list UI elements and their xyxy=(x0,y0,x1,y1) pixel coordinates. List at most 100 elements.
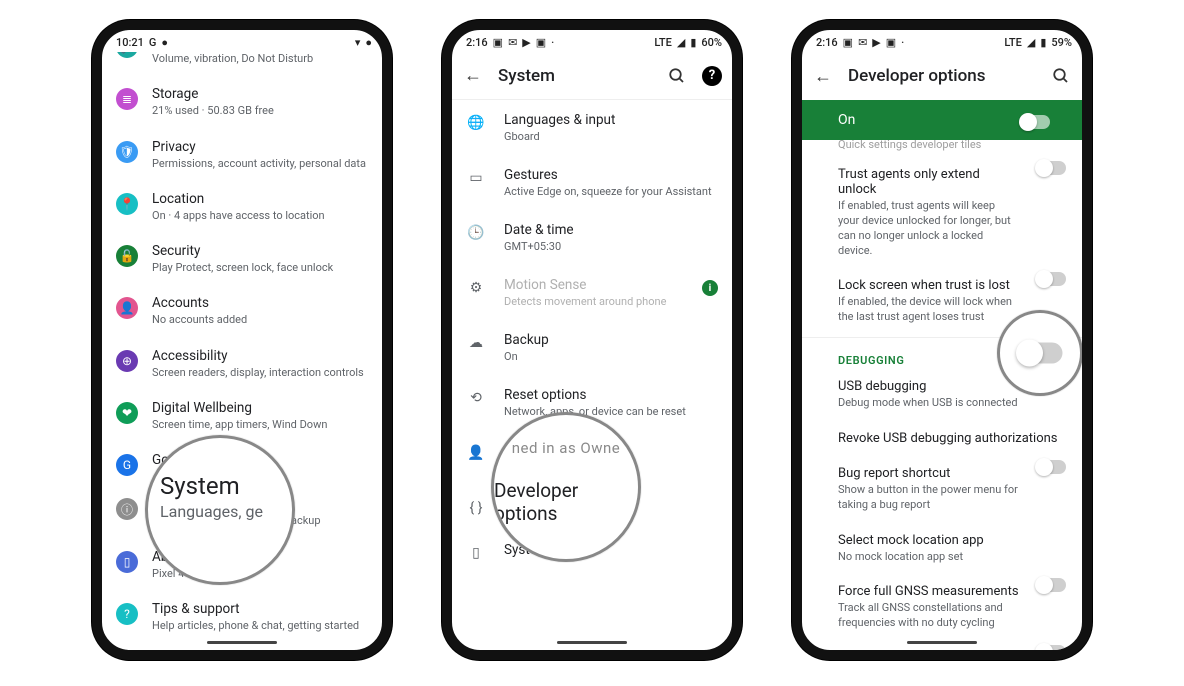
row-subtitle: Gboard xyxy=(504,130,615,143)
dev-row-enable-view-attribute-inspection[interactable]: Enable view attribute inspection xyxy=(802,641,1082,650)
row-subtitle: On · 4 apps have access to location xyxy=(152,209,325,223)
privacy-icon: 🛡 xyxy=(116,141,138,163)
master-toggle-bar[interactable]: On xyxy=(802,100,1082,140)
languages-input-icon: 🌐 xyxy=(466,113,486,133)
settings-row-accessibility[interactable]: ⊕AccessibilityScreen readers, display, i… xyxy=(102,338,382,390)
row-title: Motion Sense xyxy=(504,277,666,293)
toggle[interactable] xyxy=(1036,460,1066,474)
mag-dev-options: Developer options xyxy=(494,479,638,525)
row-subtitle: Permissions, account activity, personal … xyxy=(152,157,366,171)
row-subtitle: Track all GNSS constellations and freque… xyxy=(838,601,1018,631)
settings-row-privacy[interactable]: 🛡PrivacyPermissions, account activity, p… xyxy=(102,129,382,181)
status-bar: 10:21 G ● ▾ ● xyxy=(102,30,382,52)
row-title: Force full GNSS measurements xyxy=(838,584,1020,599)
row-subtitle: No mock location app set xyxy=(838,550,1018,565)
google-icon: G xyxy=(149,37,157,48)
row-subtitle: Help articles, phone & chat, getting sta… xyxy=(152,619,359,633)
storage-icon: ≣ xyxy=(116,88,138,110)
help-icon[interactable]: ? xyxy=(702,66,722,86)
toggle[interactable] xyxy=(1036,272,1066,286)
row-subtitle: If enabled, the device will lock when th… xyxy=(838,295,1018,325)
system-row-languages-input[interactable]: 🌐Languages & inputGboard xyxy=(452,100,732,155)
status-bar: 2:16 ▣ ✉ ▶ ▣ · LTE ◢ ▮ 60% xyxy=(452,30,732,52)
page-title: System xyxy=(498,66,652,86)
magnifier-usb-toggle xyxy=(997,310,1083,396)
toggle[interactable] xyxy=(1036,645,1066,650)
signal-icon: ◢ xyxy=(1027,37,1035,48)
accessibility-icon: ⊕ xyxy=(116,350,138,372)
search-icon[interactable] xyxy=(666,65,688,87)
signal-icon: ◢ xyxy=(677,37,685,48)
master-toggle[interactable] xyxy=(1020,115,1050,129)
dev-row-force-full-gnss-measurements[interactable]: Force full GNSS measurements Track all GN… xyxy=(802,574,1082,641)
magnifier-system: System Languages, ge xyxy=(145,435,295,585)
battery-icon: ● xyxy=(365,37,372,48)
row-title: Select mock location app xyxy=(838,533,1066,548)
mag-partial: ned in as Owne xyxy=(512,439,621,457)
settings-row-tips-support[interactable]: ?Tips & supportHelp articles, phone & ch… xyxy=(102,591,382,643)
battery-icon: ▮ xyxy=(1040,37,1046,48)
row-title: Backup xyxy=(504,332,549,348)
search-icon[interactable] xyxy=(1050,65,1072,87)
dev-row-trust-agents-only-extend-unlock[interactable]: Trust agents only extend unlockIf enable… xyxy=(802,157,1082,268)
settings-row-digital-wellbeing[interactable]: ❤Digital WellbeingScreen time, app timer… xyxy=(102,390,382,442)
row-title: Revoke USB debugging authorizations xyxy=(838,431,1066,446)
dot-icon: ● xyxy=(161,37,168,48)
gestures-icon: ▭ xyxy=(466,168,486,188)
settings-row-accounts[interactable]: 👤AccountsNo accounts added xyxy=(102,285,382,337)
toggle[interactable] xyxy=(1036,161,1066,175)
digital-wellbeing-icon: ❤ xyxy=(116,402,138,424)
backup-icon: ☁ xyxy=(466,333,486,353)
system-row-backup[interactable]: ☁ Backup On xyxy=(452,320,732,375)
dev-row-bug-report-shortcut[interactable]: Bug report shortcutShow a button in the … xyxy=(802,456,1082,523)
location-icon: 📍 xyxy=(116,193,138,215)
row-title: Location xyxy=(152,191,325,207)
more-icon: · xyxy=(901,37,904,48)
play-icon: ▶ xyxy=(872,37,880,48)
row-title: Accounts xyxy=(152,295,247,311)
notif-icon: ▣ xyxy=(536,37,546,48)
motion-sense-icon: ⚙ xyxy=(466,278,486,298)
partial-prev-row: Quick settings developer tiles xyxy=(802,140,1082,157)
security-icon: 🔓 xyxy=(116,245,138,267)
status-bar: 2:16 ▣ ✉ ▶ ▣ · LTE ◢ ▮ 59% xyxy=(802,30,1082,52)
date-time-icon: 🕒 xyxy=(466,223,486,243)
sound-icon: 🔊 xyxy=(116,52,138,58)
notif-icon: ▣ xyxy=(493,37,503,48)
more-icon: · xyxy=(551,37,554,48)
settings-row-sound[interactable]: 🔊SoundVolume, vibration, Do Not Disturb xyxy=(102,52,382,76)
reset-options-icon: ⟲ xyxy=(466,388,486,408)
network-label: LTE xyxy=(1004,37,1022,48)
row-subtitle: Screen time, app timers, Wind Down xyxy=(152,418,327,432)
usb-debugging-toggle-mag[interactable] xyxy=(1018,343,1063,364)
row-subtitle: Network, apps, or device can be reset xyxy=(504,405,686,418)
status-time: 2:16 xyxy=(466,36,488,49)
dev-row-revoke-usb-debugging-authorizations[interactable]: Revoke USB debugging authorizations xyxy=(802,421,1082,456)
back-icon[interactable]: ← xyxy=(462,65,484,87)
magnifier-developer: ned in as Owne Developer options tem upd… xyxy=(491,412,641,562)
network-label: LTE xyxy=(654,37,672,48)
row-subtitle: On xyxy=(504,350,549,363)
tips-support-icon: ? xyxy=(116,603,138,625)
row-title: Accessibility xyxy=(152,348,364,364)
wifi-icon: ▾ xyxy=(355,37,361,48)
settings-row-storage[interactable]: ≣Storage21% used · 50.83 GB free xyxy=(102,76,382,128)
system-row-date-time[interactable]: 🕒Date & timeGMT+05:30 xyxy=(452,210,732,265)
appbar: ← System ? xyxy=(452,52,732,100)
settings-row-location[interactable]: 📍 Location On · 4 apps have access to loca… xyxy=(102,181,382,233)
phone-developer-options: 2:16 ▣ ✉ ▶ ▣ · LTE ◢ ▮ 59% ← Developer o… xyxy=(792,20,1092,660)
magnifier-title: System xyxy=(160,472,280,500)
page-title: Developer options xyxy=(848,66,1036,86)
about-phone-icon: ▯ xyxy=(116,551,138,573)
system-row-gestures[interactable]: ▭GesturesActive Edge on, squeeze for you… xyxy=(452,155,732,210)
back-icon[interactable]: ← xyxy=(812,65,834,87)
settings-row-security[interactable]: 🔓SecurityPlay Protect, screen lock, face… xyxy=(102,233,382,285)
notif-icon: ▣ xyxy=(843,37,853,48)
mail-icon: ✉ xyxy=(858,37,867,48)
phone-system: 2:16 ▣ ✉ ▶ ▣ · LTE ◢ ▮ 60% ← System ? 🌐L… xyxy=(442,20,742,660)
notif-icon: ▣ xyxy=(886,37,896,48)
toggle[interactable] xyxy=(1036,578,1066,592)
info-badge: i xyxy=(702,280,718,296)
dev-row-select-mock-location-app[interactable]: Select mock location app No mock location… xyxy=(802,523,1082,575)
system-row-motion-sense[interactable]: ⚙Motion SenseDetects movement around pho… xyxy=(452,265,732,320)
